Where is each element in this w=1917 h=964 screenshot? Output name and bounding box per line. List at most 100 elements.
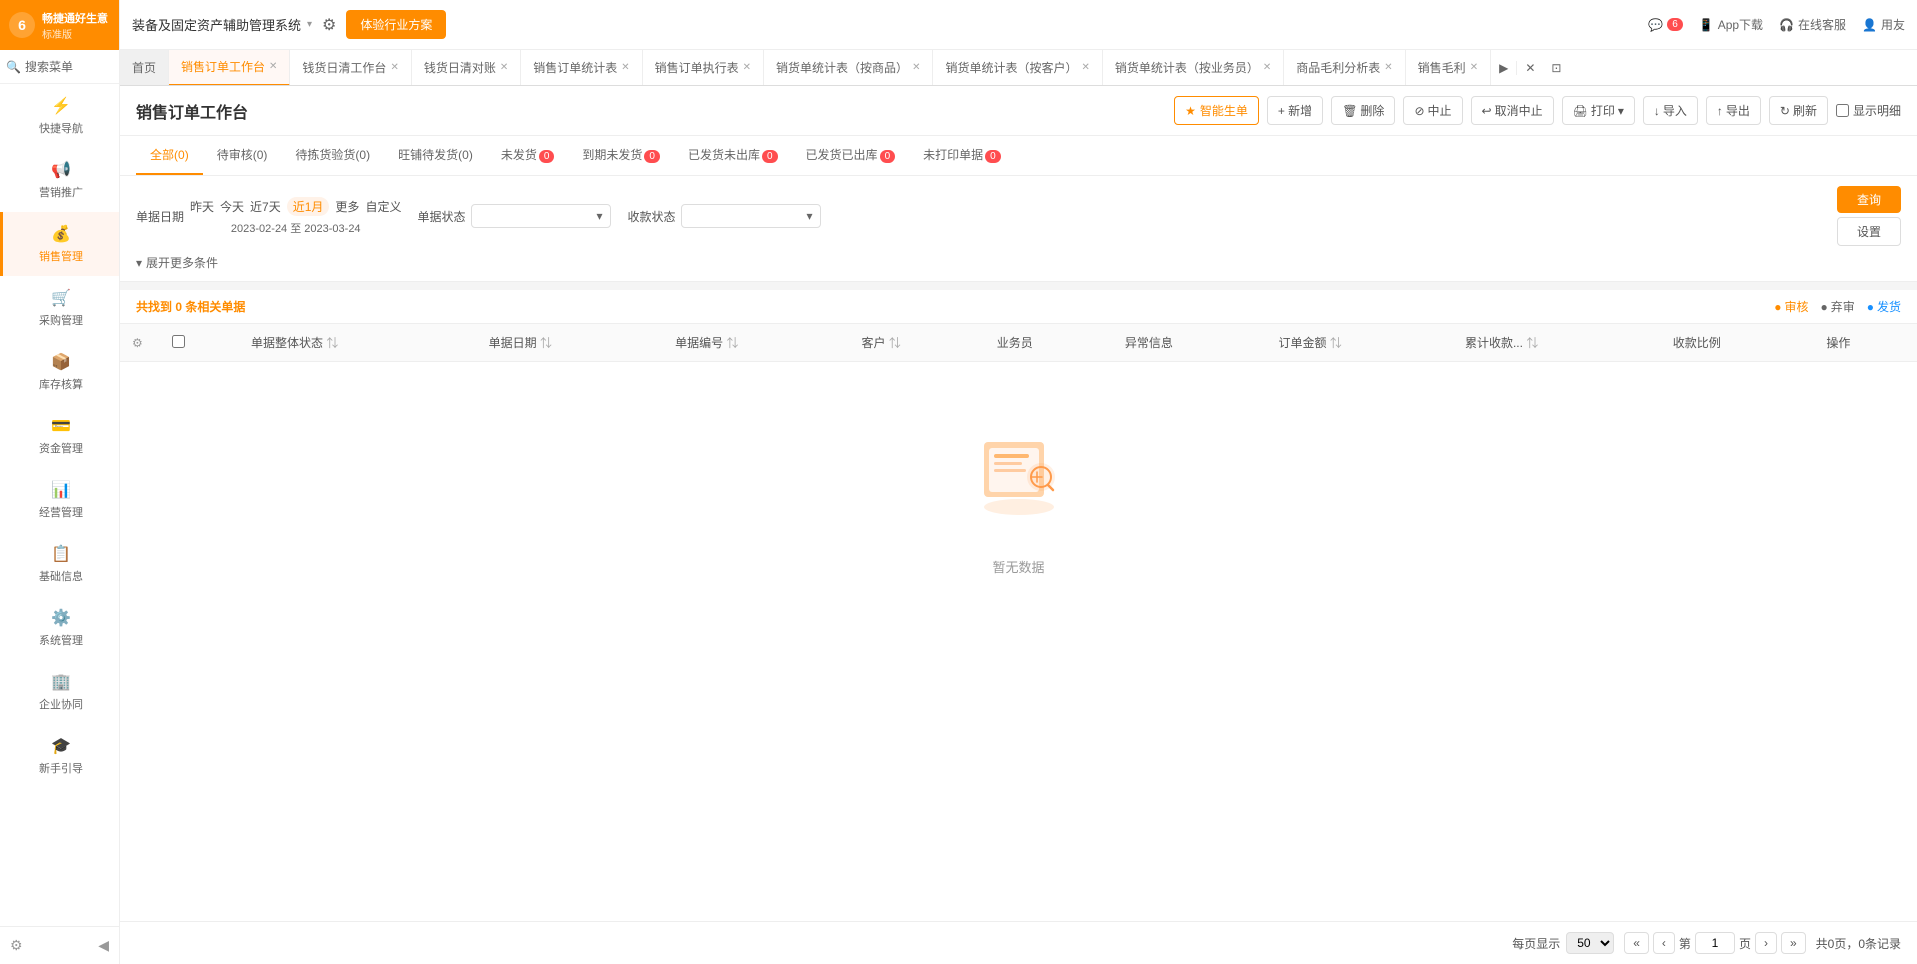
tab-margin-analysis[interactable]: 商品毛利分析表 ✕	[1284, 50, 1405, 86]
sidebar-item-system[interactable]: ⚙️ 系统管理	[0, 596, 119, 660]
tab-cash-reconcile[interactable]: 钱货日清对账 ✕	[412, 50, 521, 86]
tab-sales-product-close[interactable]: ✕	[912, 62, 920, 73]
date-opt-more[interactable]: 更多	[335, 198, 359, 215]
settings-btn[interactable]: 设置	[1837, 217, 1901, 246]
cancel-stop-btn[interactable]: ↩ 取消中止	[1471, 96, 1554, 125]
tab-sales-stats-close[interactable]: ✕	[621, 62, 629, 73]
date-opt-1month[interactable]: 近1月	[287, 197, 330, 216]
tab-sales-gross[interactable]: 销售毛利 ✕	[1406, 50, 1491, 86]
status-select[interactable]: ▾	[471, 204, 611, 228]
page-first-btn[interactable]: «	[1624, 932, 1649, 954]
industry-btn[interactable]: 体验行业方案	[346, 10, 446, 39]
tab-sales-staff-close[interactable]: ✕	[1263, 62, 1271, 73]
tab-sales-product[interactable]: 销货单统计表（按商品） ✕	[764, 50, 933, 86]
tab-home[interactable]: 首页	[120, 50, 169, 86]
query-btn[interactable]: 查询	[1837, 186, 1901, 213]
online-service-btn[interactable]: 🎧 在线客服	[1779, 16, 1846, 33]
stop-btn[interactable]: ⊘ 中止	[1403, 96, 1462, 125]
sort-date-icon[interactable]: ⇅	[540, 336, 552, 350]
topbar-dropdown-icon[interactable]: ▾	[307, 19, 312, 30]
tab-more-btn[interactable]: ▶	[1491, 61, 1517, 75]
tab-sales-stats[interactable]: 销售订单统计表 ✕	[521, 50, 642, 86]
sidebar-collapse-btn[interactable]: ◀	[98, 937, 109, 954]
filter-tab-pending-check[interactable]: 待拣货验货(0)	[281, 136, 384, 175]
tab-sales-workbench[interactable]: 销售订单工作台 ✕	[169, 50, 290, 86]
page-last-btn[interactable]: »	[1781, 932, 1806, 954]
show-detail-checkbox[interactable]: 显示明细	[1836, 102, 1901, 119]
filter-tab-pending-audit[interactable]: 待审核(0)	[203, 136, 282, 175]
date-opt-today[interactable]: 今天	[220, 198, 244, 215]
date-opt-yesterday[interactable]: 昨天	[190, 198, 214, 215]
payment-field: 收款状态 ▾	[627, 204, 821, 228]
filter-tab-shipped-in[interactable]: 已发货已出库0	[792, 136, 910, 175]
tab-cash-reconcile-close[interactable]: ✕	[500, 62, 508, 73]
ship-action-btn[interactable]: ● 发货	[1867, 298, 1901, 315]
sort-customer-icon[interactable]: ⇅	[889, 336, 901, 350]
page-next-btn[interactable]: ›	[1755, 932, 1777, 954]
per-page-select[interactable]: 50	[1566, 932, 1614, 954]
sort-received-icon[interactable]: ⇅	[1526, 336, 1538, 350]
payment-select[interactable]: ▾	[681, 204, 821, 228]
date-opt-custom[interactable]: 自定义	[365, 198, 401, 215]
sort-amount-icon[interactable]: ⇅	[1330, 336, 1342, 350]
sidebar-item-sales[interactable]: 💰 销售管理	[0, 212, 119, 276]
sort-status-icon[interactable]: ⇅	[326, 336, 338, 350]
app-download-btn[interactable]: 📱 App下载	[1699, 16, 1763, 33]
topbar-settings-icon[interactable]: ⚙	[322, 15, 336, 35]
tab-sales-exec[interactable]: 销售订单执行表 ✕	[643, 50, 764, 86]
print-btn[interactable]: 🖨 打印 ▾	[1562, 96, 1635, 125]
show-detail-input[interactable]	[1836, 104, 1849, 117]
filter-tab-unshipped[interactable]: 未发货0	[487, 136, 569, 175]
select-all-checkbox[interactable]	[172, 335, 185, 348]
tab-cash-daily[interactable]: 钱货日清工作台 ✕	[290, 50, 411, 86]
sidebar-item-marketing[interactable]: 📢 营销推广	[0, 148, 119, 212]
sidebar-item-basic-info[interactable]: 📋 基础信息	[0, 532, 119, 596]
expand-conditions-btn[interactable]: ▾ 展开更多条件	[136, 254, 1901, 271]
tab-sales-customer-close[interactable]: ✕	[1081, 62, 1089, 73]
finance-label: 资金管理	[39, 440, 83, 456]
import-btn[interactable]: ↓ 导入	[1643, 96, 1698, 125]
filter-tab-wangpu[interactable]: 旺铺待发货(0)	[384, 136, 487, 175]
filter-tab-all[interactable]: 全部(0)	[136, 136, 203, 175]
message-btn[interactable]: 💬 6	[1648, 18, 1683, 32]
filter-tab-overdue[interactable]: 到期未发货0	[568, 136, 674, 175]
column-settings-icon[interactable]: ⚙	[132, 336, 143, 350]
sidebar-item-guide[interactable]: 🎓 新手引导	[0, 724, 119, 788]
filter-tab-shipped-out[interactable]: 已发货未出库0	[674, 136, 792, 175]
sidebar-item-finance[interactable]: 💳 资金管理	[0, 404, 119, 468]
sidebar-item-operations[interactable]: 📊 经营管理	[0, 468, 119, 532]
page-number-input[interactable]	[1695, 932, 1735, 954]
tab-close-all-btn[interactable]: ✕	[1517, 61, 1543, 75]
page-title: 销售订单工作台	[136, 99, 248, 123]
tab-window-btn[interactable]: ⊡	[1543, 61, 1569, 75]
sort-number-icon[interactable]: ⇅	[726, 336, 738, 350]
page-prev-btn[interactable]: ‹	[1653, 932, 1675, 954]
tab-margin-close[interactable]: ✕	[1384, 62, 1392, 73]
revoke-action-btn[interactable]: ● 弃审	[1820, 298, 1854, 315]
table-scroll[interactable]: ⚙ 单据整体状态 ⇅ 单据日期 ⇅	[120, 324, 1917, 362]
tab-sales-workbench-close[interactable]: ✕	[269, 61, 277, 72]
sidebar-search-btn[interactable]: 🔍 搜索菜单	[0, 50, 119, 84]
date-opt-7days[interactable]: 近7天	[250, 198, 281, 215]
audit-action-btn[interactable]: ● 审核	[1774, 298, 1808, 315]
sidebar-item-inventory[interactable]: 📦 库存核算	[0, 340, 119, 404]
tab-sales-staff[interactable]: 销货单统计表（按业务员） ✕	[1103, 50, 1284, 86]
user-btn[interactable]: 👤 用友	[1862, 16, 1905, 33]
sidebar-item-purchase[interactable]: 🛒 采购管理	[0, 276, 119, 340]
delete-btn[interactable]: 🗑 删除	[1331, 96, 1395, 125]
filter-tab-unprinted[interactable]: 未打印单据0	[909, 136, 1015, 175]
sidebar-item-enterprise[interactable]: 🏢 企业协同	[0, 660, 119, 724]
operations-icon: 📊	[51, 480, 71, 500]
sidebar-settings-btn[interactable]: ⚙	[10, 937, 23, 954]
add-btn[interactable]: + 新增	[1267, 96, 1323, 125]
tab-sales-gross-close[interactable]: ✕	[1470, 62, 1478, 73]
tab-sales-customer[interactable]: 销货单统计表（按客户） ✕	[933, 50, 1102, 86]
basic-info-label: 基础信息	[39, 568, 83, 584]
smart-create-btn[interactable]: ★ 智能生单	[1174, 96, 1259, 125]
export-btn[interactable]: ↑ 导出	[1706, 96, 1761, 125]
tab-sales-exec-close[interactable]: ✕	[743, 62, 751, 73]
tab-cash-daily-close[interactable]: ✕	[390, 62, 398, 73]
sidebar-item-quick-nav[interactable]: ⚡ 快捷导航	[0, 84, 119, 148]
main-area: 装备及固定资产辅助管理系统 ▾ ⚙ 体验行业方案 💬 6 📱 App下载 🎧 在…	[120, 0, 1917, 964]
refresh-btn[interactable]: ↻ 刷新	[1769, 96, 1828, 125]
